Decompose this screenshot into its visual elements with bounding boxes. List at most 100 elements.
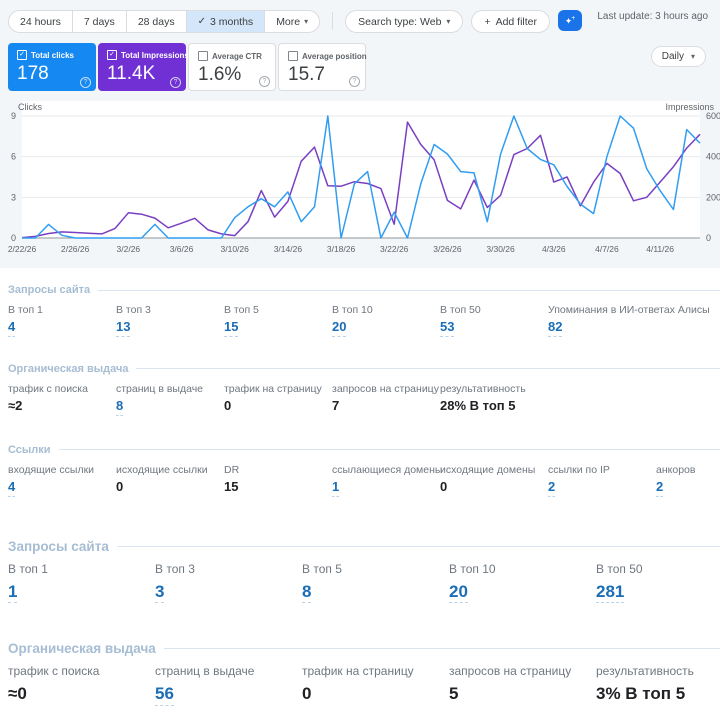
stat-label: В топ 3 [116,304,151,316]
stat-страниц-в-выдаче: страниц в выдаче 56 [155,664,302,706]
svg-text:200: 200 [706,192,720,202]
time-filter-label: 28 days [137,15,175,28]
svg-text:4/7/26: 4/7/26 [595,244,619,254]
stat-трафик-на-страницу: трафик на страницу 0 [302,664,449,704]
time-filter-label: 7 days [83,15,115,28]
svg-text:3/22/26: 3/22/26 [380,244,409,254]
seo-sections: Запросы сайта В топ 14В топ 3 13 В топ 5 15 В… [0,284,720,706]
stat-label: В топ 1 [8,304,43,316]
section-header: Органическая выдача [8,363,720,375]
granularity-label: Daily [661,51,684,62]
section-title: Запросы сайта [8,538,109,554]
help-icon[interactable]: ? [259,76,270,87]
stat-value[interactable]: 8 [302,582,312,604]
stat-label: Упоминания в ИИ-ответах Алисы [548,304,710,316]
section-items: входящие ссылки 4 исходящие ссылки 0 DR 15 ссы… [8,464,720,497]
help-icon[interactable]: ? [80,77,91,88]
stat-label: В топ 1 [8,561,48,576]
svg-text:400: 400 [706,152,720,162]
metric-label: Total Impressions [121,50,189,60]
time-filter-label: 24 hours [20,15,61,28]
stat-value[interactable]: 4 [8,479,16,497]
section-header: Запросы сайта [8,539,720,554]
stat-value[interactable]: 20 [449,582,468,604]
stat-value: 28% В топ 5 [440,397,516,413]
stat-label: В топ 50 [440,304,481,316]
time-filter-24-hours[interactable]: 24 hours [9,11,73,32]
stat-value[interactable]: 2 [548,479,556,497]
stat-в-топ-1: В топ 1 4 [8,304,116,337]
section-органическая-выдача-1: Органическая выдача трафик с поиска ≈2 стра… [8,363,720,416]
help-icon[interactable]: ? [349,76,360,87]
stat-label: страниц в выдаче [155,664,255,679]
svg-text:2/22/26: 2/22/26 [8,244,37,254]
ai-filter-button[interactable]: ✦+ [558,10,583,31]
stat-value: 7 [332,397,340,413]
stat-value[interactable]: 82 [548,319,563,337]
stat-value[interactable]: 1 [332,479,340,497]
stat-value[interactable]: 2 [656,479,664,497]
performance-panel: 24 hours 7 days 28 days ✓ 3 months More ▾ Sear… [0,0,720,268]
granularity-dropdown[interactable]: Daily ▾ [650,46,706,67]
stat-трафик-на-страницу: трафик на страницу 0 [224,383,332,415]
time-filter-3-months[interactable]: ✓ 3 months [186,11,266,32]
svg-text:600: 600 [706,111,720,121]
section-items: трафик с поиска ≈2 страниц в выдаче 8 трафик… [8,383,720,416]
stat-label: запросов на страницу [449,664,572,679]
stat-label: DR [224,463,240,476]
section-header: Запросы сайта [8,284,720,296]
stat-value: 0 [224,397,232,413]
stat-в-топ-50: В топ 50 281 [596,562,643,604]
section-rule [58,449,720,451]
stat-value[interactable]: 56 [155,684,174,706]
stat-label: В топ 3 [155,561,195,576]
svg-text:Clicks: Clicks [18,102,42,112]
add-filter-button[interactable]: + Add filter [471,10,551,33]
metric-card-average-position[interactable]: Average position 15.7? [278,43,367,91]
stat-упоминания-в-ии-ответах-алисы: Упоминания в ИИ-ответах Алисы 82 [548,304,710,337]
stat-ссылки-по-ip: ссылки по IP 2 [548,464,656,497]
help-icon[interactable]: ? [170,77,181,88]
stat-value[interactable]: 53 [440,319,455,337]
search-type-button[interactable]: Search type: Web ▾ [345,10,464,33]
checked-checkbox-icon[interactable]: ✓ [17,50,27,60]
time-filter-28-days[interactable]: 28 days [127,11,187,32]
stat-label: запросов на страницу [332,382,439,395]
stat-в-топ-3: В топ 3 13 [116,304,224,337]
metric-card-total-clicks[interactable]: ✓ Total clicks 178? [8,43,96,91]
stat-label: входящие ссылки [8,463,95,476]
stat-value[interactable]: 8 [116,398,124,416]
stat-в-топ-5: В топ 5 15 [224,304,332,337]
stat-value[interactable]: 1 [8,582,18,604]
metric-card-average-ctr[interactable]: Average CTR 1.6%? [188,43,276,91]
unchecked-checkbox-icon[interactable] [198,51,208,61]
stat-value[interactable]: 13 [116,319,131,337]
unchecked-checkbox-icon[interactable] [288,51,298,61]
section-rule [116,545,720,547]
performance-chart[interactable]: 0 0 3 200 6 400 9 600 Clicks Impressions 2/22/26 2/… [0,101,720,259]
stat-value[interactable]: 20 [332,319,347,337]
time-filter-7-days[interactable]: 7 days [73,11,127,32]
chevron-down-icon: ▾ [304,17,309,26]
svg-text:3/18/26: 3/18/26 [327,244,356,254]
stat-label: В топ 50 [596,561,643,576]
svg-text:3: 3 [11,192,16,202]
stat-value[interactable]: 15 [224,319,239,337]
time-filter-group: 24 hours 7 days 28 days ✓ 3 months More ▾ [8,10,321,33]
stat-результативность: результативность 28% В топ 5 [440,383,526,415]
metric-card-total-impressions[interactable]: ✓ Total Impressions 11.4K? [98,43,189,91]
card-header: ✓ Total Impressions [107,50,189,60]
add-filter-label: Add filter [495,15,538,28]
checked-checkbox-icon[interactable]: ✓ [107,50,117,60]
stat-value[interactable]: 281 [596,582,625,604]
metric-label: Average CTR [212,51,262,61]
stat-value[interactable]: 3 [155,582,165,604]
stat-label: анкоров [656,463,696,476]
stat-value[interactable]: 4 [8,319,16,337]
section-title: Органическая выдача [8,362,129,375]
time-filter-more[interactable]: More ▾ [265,11,319,32]
stat-анкоров: анкоров 2 [656,464,695,497]
stat-трафик-с-поиска: трафик с поиска ≈2 [8,383,116,415]
stat-label: трафик с поиска [8,664,100,679]
stat-страниц-в-выдаче: страниц в выдаче 8 [116,383,224,416]
